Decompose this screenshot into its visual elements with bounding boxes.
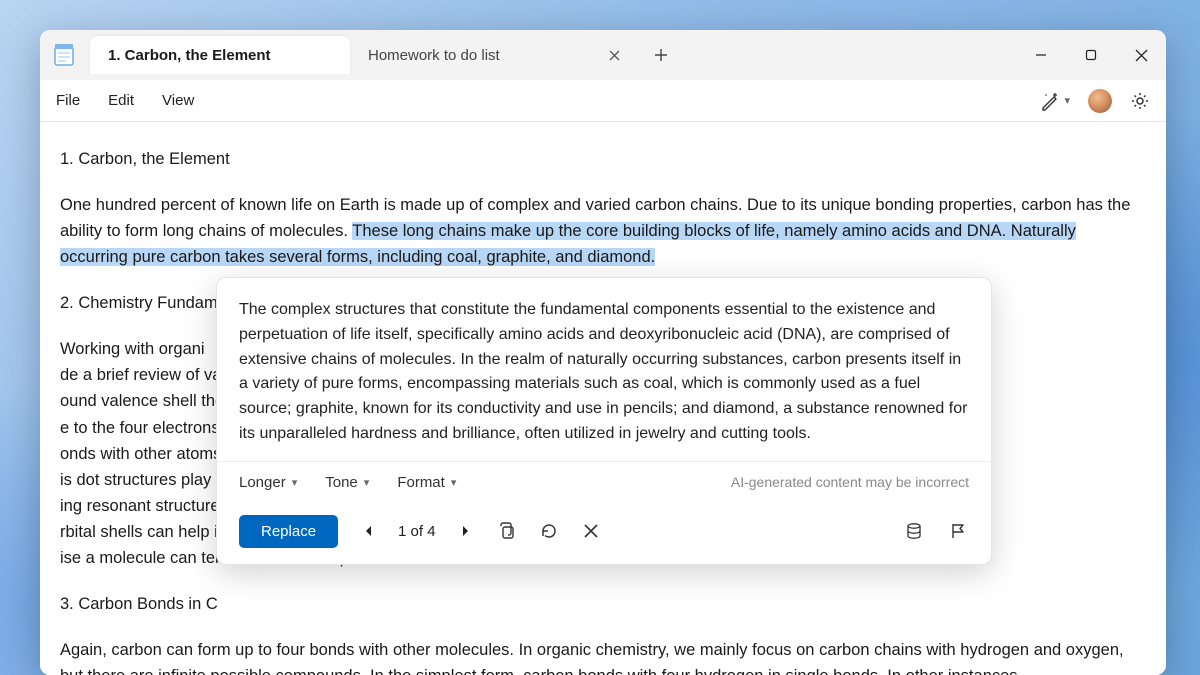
option-tone[interactable]: Tone ▾ [325,474,369,491]
tab-active[interactable]: 1. Carbon, the Element [90,36,350,74]
paragraph-1: One hundred percent of known life on Ear… [60,192,1146,270]
flag-icon[interactable] [947,520,969,542]
regenerate-icon[interactable] [538,520,560,542]
tab-strip: 1. Carbon, the Element Homework to do li… [90,36,1016,74]
dismiss-icon[interactable] [580,520,602,542]
next-suggestion-button[interactable] [456,521,476,541]
window-controls [1016,30,1166,80]
ai-options-row: Longer ▾ Tone ▾ Format ▾ AI-generated co… [217,461,991,503]
ai-suggestion-text: The complex structures that constitute t… [217,278,991,461]
tab-label: 1. Carbon, the Element [108,47,271,64]
menu-edit[interactable]: Edit [108,92,134,109]
new-tab-button[interactable] [644,38,678,72]
pagination-indicator: 1 of 4 [398,523,436,540]
heading-1: 1. Carbon, the Element [60,146,1146,172]
replace-button[interactable]: Replace [239,515,338,548]
ai-rewrite-popup: The complex structures that constitute t… [216,277,992,565]
notepad-app-icon [52,43,76,67]
tab-inactive[interactable]: Homework to do list [350,36,640,74]
option-longer[interactable]: Longer ▾ [239,474,297,491]
heading-3: 3. Carbon Bonds in C [60,591,1146,617]
gear-icon[interactable] [1130,91,1150,111]
close-button[interactable] [1116,30,1166,80]
ai-disclaimer: AI-generated content may be incorrect [731,474,969,490]
titlebar: 1. Carbon, the Element Homework to do li… [40,30,1166,80]
option-format[interactable]: Format ▾ [397,474,456,491]
close-icon[interactable] [606,47,622,63]
ai-actions-row: Replace 1 of 4 [217,503,991,564]
copy-icon[interactable] [496,520,518,542]
maximize-button[interactable] [1066,30,1116,80]
ai-rewrite-button[interactable]: ▾ [1040,91,1070,111]
menu-file[interactable]: File [56,92,80,109]
chevron-down-icon: ▾ [1064,94,1070,107]
chevron-down-icon: ▾ [364,476,370,489]
prev-suggestion-button[interactable] [358,521,378,541]
chevron-down-icon: ▾ [292,476,298,489]
paragraph-3: Again, carbon can form up to four bonds … [60,637,1146,675]
menu-view[interactable]: View [162,92,194,109]
avatar[interactable] [1088,89,1112,113]
database-icon[interactable] [903,520,925,542]
chevron-down-icon: ▾ [451,476,457,489]
tab-label: Homework to do list [368,47,500,64]
menubar: File Edit View ▾ [40,80,1166,122]
minimize-button[interactable] [1016,30,1066,80]
